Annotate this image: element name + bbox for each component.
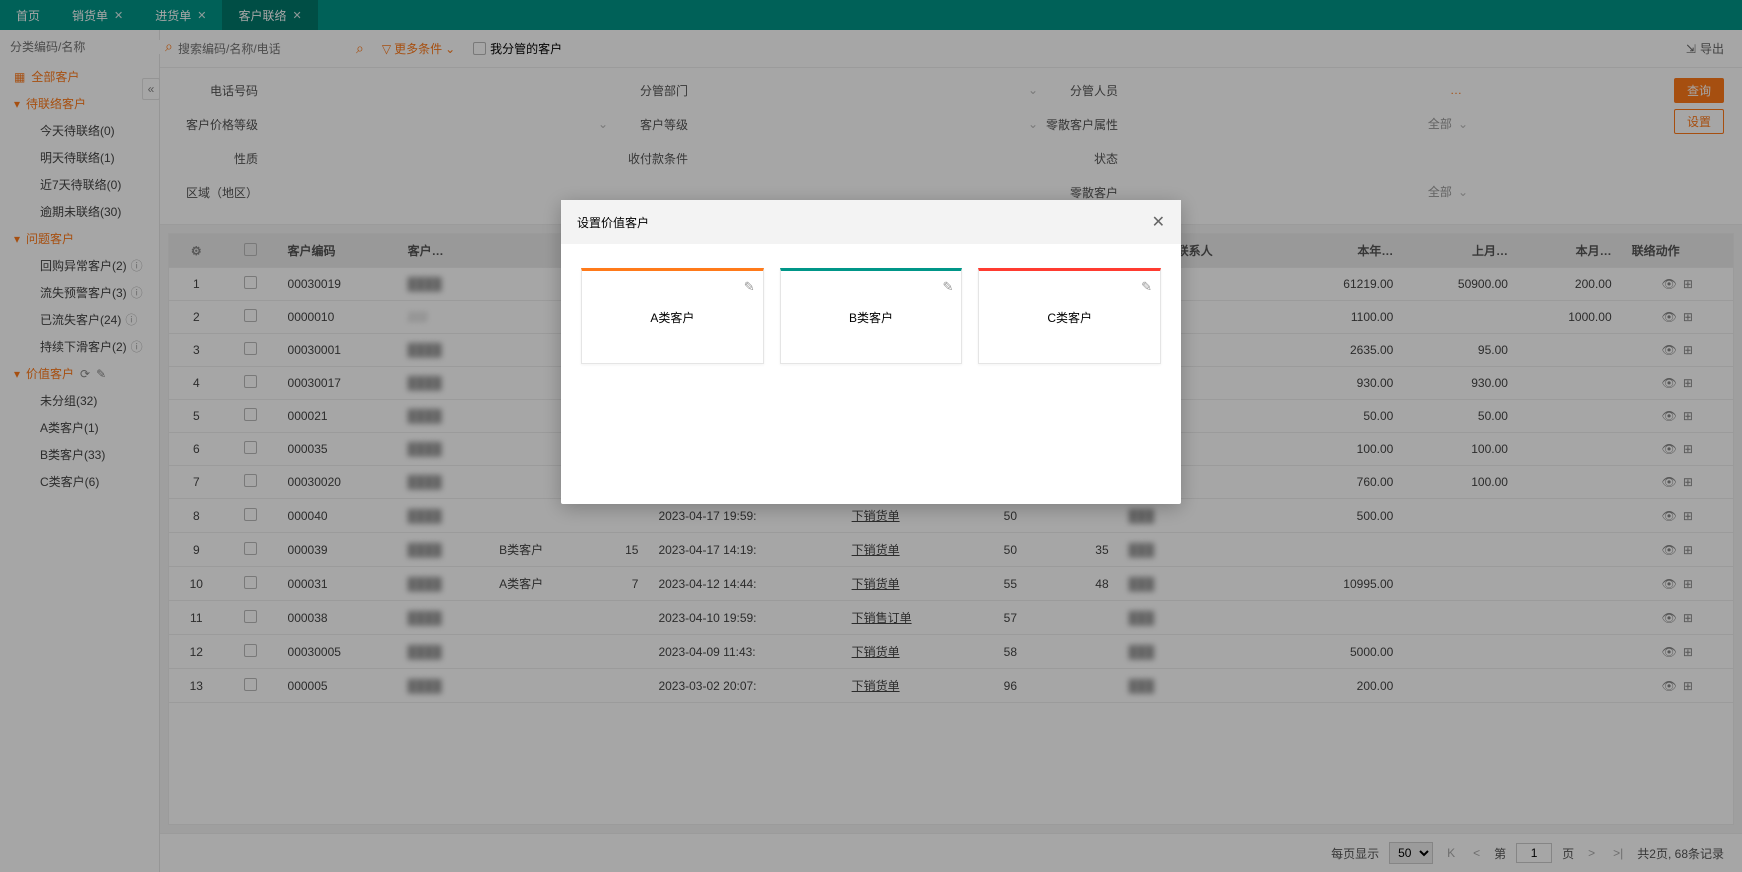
edit-icon[interactable]: ✎	[1141, 279, 1152, 295]
card-label: A类客户	[650, 309, 694, 326]
edit-icon[interactable]: ✎	[942, 279, 953, 295]
value-card-a[interactable]: ✎ A类客户	[581, 268, 764, 364]
card-label: B类客户	[849, 309, 893, 326]
card-label: C类客户	[1047, 309, 1092, 326]
value-card-c[interactable]: ✎ C类客户	[978, 268, 1161, 364]
modal-title: 设置价值客户	[577, 214, 649, 231]
edit-icon[interactable]: ✎	[744, 279, 755, 295]
value-card-b[interactable]: ✎ B类客户	[780, 268, 963, 364]
value-customer-modal: 设置价值客户 ✕ ✎ A类客户 ✎ B类客户 ✎ C类客户	[561, 200, 1181, 504]
modal-overlay[interactable]: 设置价值客户 ✕ ✎ A类客户 ✎ B类客户 ✎ C类客户	[0, 0, 1742, 872]
close-icon[interactable]: ✕	[1152, 212, 1165, 232]
